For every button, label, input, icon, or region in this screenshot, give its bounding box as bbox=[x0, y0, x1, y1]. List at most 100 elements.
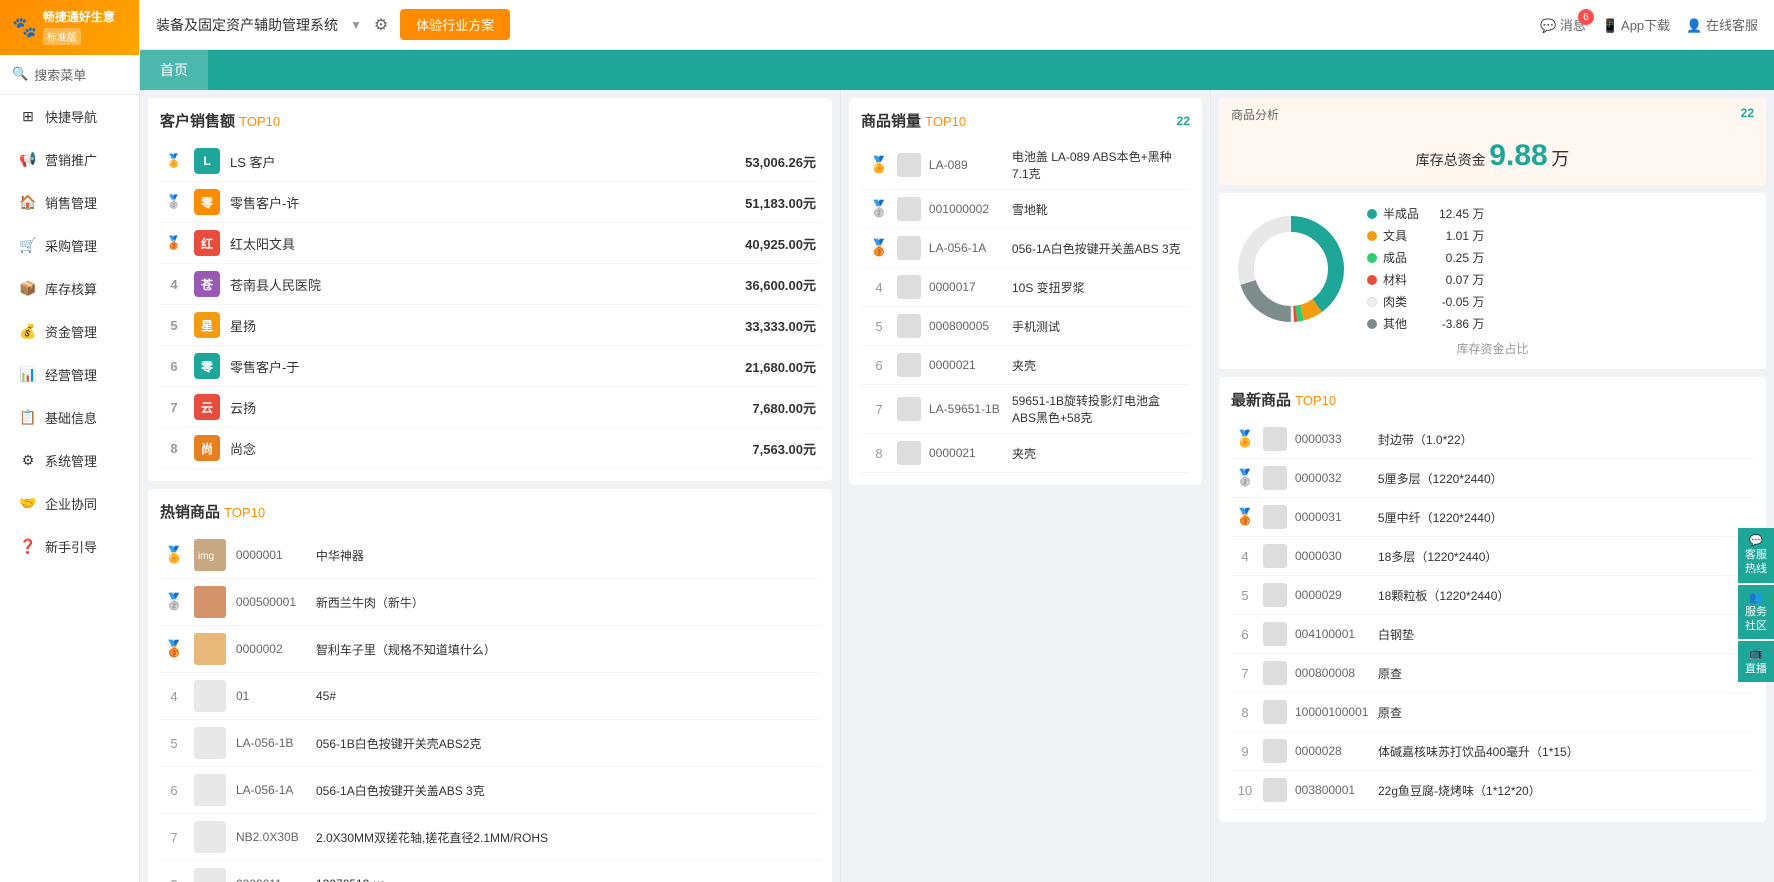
dropdown-arrow-icon[interactable]: ▼ bbox=[350, 18, 362, 32]
product-name: 智利车子里（规格不知道填什么） bbox=[316, 641, 816, 658]
list-item: 🥈 001000002 雪地靴 bbox=[861, 190, 1190, 229]
rank-item: 🥉 红 红太阳文具 40,925.00元 bbox=[160, 223, 820, 264]
rank-medal-icon: 🏅 bbox=[164, 153, 184, 169]
product-item: 6 LA-056-1A 056-1A白色按键开关盖ABS 3克 bbox=[160, 767, 820, 814]
guide-icon: ❓ bbox=[19, 538, 37, 555]
product-name: 手机测试 bbox=[1012, 318, 1182, 335]
sidebar-search[interactable]: 🔍 搜索菜单 bbox=[0, 55, 139, 95]
rank-value: 33,333.00元 bbox=[745, 316, 816, 335]
product-name: 10S 变扭罗浆 bbox=[1012, 279, 1182, 296]
product-code: 0000002 bbox=[236, 642, 306, 656]
product-thumb bbox=[1263, 778, 1287, 802]
sidebar-item-cooperation[interactable]: 🤝 企业协同 bbox=[0, 482, 139, 525]
rank-number: 6 bbox=[869, 358, 889, 373]
product-name: 59651-1B旋转投影灯电池盒ABS黑色+58克 bbox=[1012, 392, 1182, 426]
list-item: 🥈 0000032 5厘多层（1220*2440） bbox=[1231, 459, 1754, 498]
legend-label: 文具 bbox=[1383, 227, 1440, 244]
rank-value: 7,680.00元 bbox=[752, 398, 816, 417]
product-name: 18多层（1220*2440） bbox=[1378, 548, 1750, 565]
inventory-total-section: 库存总资金 9.88 万 bbox=[1219, 131, 1766, 185]
legend-item: 肉类 -0.05 万 bbox=[1367, 293, 1484, 310]
rank-item: 8 尚 尚念 7,563.00元 bbox=[160, 428, 820, 469]
legend-item: 文具 1.01 万 bbox=[1367, 227, 1484, 244]
rank-name: LS 客户 bbox=[230, 152, 735, 171]
messages-badge[interactable]: 💬 消息 6 bbox=[1540, 15, 1586, 34]
product-thumb bbox=[1263, 544, 1287, 568]
rank-item: 🏅 L LS 客户 53,006.26元 bbox=[160, 141, 820, 182]
sidebar-item-sales[interactable]: 🏠 销售管理 bbox=[0, 181, 139, 224]
rank-number: 9 bbox=[1235, 744, 1255, 759]
sidebar-item-quick-nav[interactable]: ⊞ 快捷导航 bbox=[0, 95, 139, 138]
rank-number: 10 bbox=[1235, 783, 1255, 798]
product-code: LA-056-1A bbox=[236, 783, 306, 797]
hot-products-card: 热销商品 TOP10 🏅 img 0000001 中华神器 🥈 000500 bbox=[148, 489, 832, 882]
rank-item: 6 零 零售客户-于 21,680.00元 bbox=[160, 346, 820, 387]
medal-icon: 🥉 bbox=[164, 639, 184, 659]
logo-icon: 🐾 bbox=[12, 15, 37, 40]
online-service[interactable]: 👤 在线客服 bbox=[1686, 15, 1758, 34]
list-item: 6 004100001 白钢垫 bbox=[1231, 615, 1754, 654]
product-code: 000800008 bbox=[1295, 666, 1370, 680]
legend-dot bbox=[1367, 209, 1377, 219]
rank-item: 4 苍 苍南县人民医院 36,600.00元 bbox=[160, 264, 820, 305]
product-code: 004100001 bbox=[1295, 627, 1370, 641]
app-download[interactable]: 📱 App下载 bbox=[1602, 15, 1670, 34]
product-thumb bbox=[1263, 622, 1287, 646]
rank-name: 云扬 bbox=[230, 398, 742, 417]
community-btn[interactable]: 👥 服务社区 bbox=[1738, 585, 1774, 640]
app-edition: 标准版 bbox=[43, 28, 81, 45]
product-code: 0000021 bbox=[929, 358, 1004, 372]
product-thumb bbox=[194, 868, 226, 882]
live-btn[interactable]: 📺 直播 bbox=[1738, 641, 1774, 682]
quick-nav-icon: ⊞ bbox=[19, 108, 37, 125]
sidebar-item-inventory[interactable]: 📦 库存核算 bbox=[0, 267, 139, 310]
medal-icon: 🥉 bbox=[1235, 507, 1255, 527]
list-item: 🥉 LA-056-1A 056-1A白色按键开关盖ABS 3克 bbox=[861, 229, 1190, 268]
avatar: 零 bbox=[194, 353, 220, 379]
rank-value: 51,183.00元 bbox=[745, 193, 816, 212]
cooperation-icon: 🤝 bbox=[19, 495, 37, 512]
live-label: 直播 bbox=[1742, 662, 1770, 676]
product-thumb bbox=[897, 353, 921, 377]
sidebar-item-finance[interactable]: 💰 资金管理 bbox=[0, 310, 139, 353]
product-code: 000500001 bbox=[236, 595, 306, 609]
sidebar-item-guide[interactable]: ❓ 新手引导 bbox=[0, 525, 139, 568]
rank-number: 7 bbox=[869, 402, 889, 417]
rank-number: 6 bbox=[164, 783, 184, 798]
top-count-badge: 22 bbox=[1177, 114, 1190, 128]
medal-icon: 🏅 bbox=[1235, 429, 1255, 449]
list-item: 4 0000030 18多层（1220*2440） bbox=[1231, 537, 1754, 576]
product-thumb bbox=[1263, 661, 1287, 685]
sidebar-item-basic[interactable]: 📋 基础信息 bbox=[0, 396, 139, 439]
donut-container: 半成品 12.45 万 文具 1.01 万 成品 0.25 万 bbox=[1231, 205, 1754, 332]
product-code: NB2.0X30B bbox=[236, 830, 306, 844]
product-thumb bbox=[194, 821, 226, 853]
inventory-count: 22 bbox=[1741, 106, 1754, 123]
trial-button[interactable]: 体验行业方案 bbox=[400, 9, 510, 40]
product-code: 0000021 bbox=[929, 446, 1004, 460]
product-name: 原查 bbox=[1378, 704, 1750, 721]
sidebar-item-operation[interactable]: 📊 经营管理 bbox=[0, 353, 139, 396]
avatar: 尚 bbox=[194, 435, 220, 461]
chart-legend: 半成品 12.45 万 文具 1.01 万 成品 0.25 万 bbox=[1367, 205, 1484, 332]
product-name: 雪地靴 bbox=[1012, 201, 1182, 218]
customer-ranking-title: 客户销售额 TOP10 bbox=[160, 110, 280, 131]
sidebar-item-purchase[interactable]: 🛒 采购管理 bbox=[0, 224, 139, 267]
sidebar-item-marketing[interactable]: 📢 营销推广 bbox=[0, 138, 139, 181]
product-code: 0000032 bbox=[1295, 471, 1370, 485]
sidebar-item-system[interactable]: ⚙ 系统管理 bbox=[0, 439, 139, 482]
list-item: 5 000800005 手机测试 bbox=[861, 307, 1190, 346]
rank-value: 7,563.00元 bbox=[752, 439, 816, 458]
avatar: 云 bbox=[194, 394, 220, 420]
tab-home[interactable]: 首页 bbox=[140, 50, 208, 90]
customer-service-btn[interactable]: 💬 客服热线 bbox=[1738, 528, 1774, 583]
list-item: 8 10000100001 原查 bbox=[1231, 693, 1754, 732]
legend-label: 材料 bbox=[1383, 271, 1440, 288]
medal-icon: 🥈 bbox=[869, 199, 889, 219]
product-thumb: img bbox=[194, 539, 226, 571]
product-thumb bbox=[897, 314, 921, 338]
settings-gear-icon[interactable]: ⚙ bbox=[374, 15, 388, 35]
sidebar-item-label: 库存核算 bbox=[45, 279, 97, 298]
product-name: 45# bbox=[316, 689, 816, 703]
product-code: 0000033 bbox=[1295, 432, 1370, 446]
